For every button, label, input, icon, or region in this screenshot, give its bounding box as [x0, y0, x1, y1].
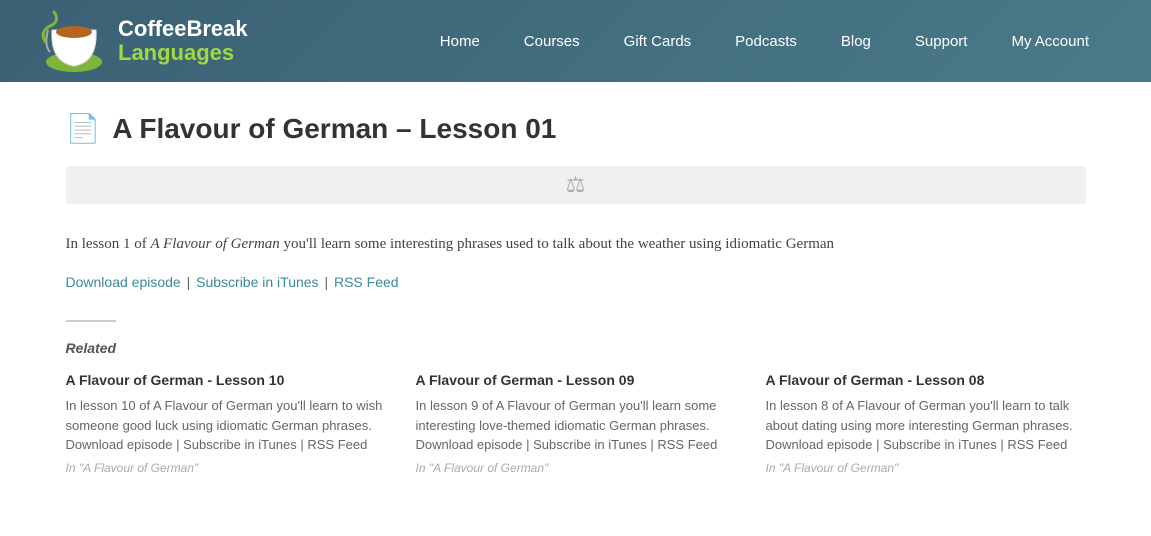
- related-card-2: A Flavour of German - Lesson 08 In lesso…: [766, 372, 1086, 475]
- audio-player-bar[interactable]: ⚖: [66, 166, 1086, 204]
- nav-my-account[interactable]: My Account: [989, 33, 1111, 50]
- document-icon: 📄: [66, 112, 101, 146]
- links-row: Download episode | Subscribe in iTunes |…: [66, 274, 1086, 290]
- related-card-text-0: In lesson 10 of A Flavour of German you'…: [66, 396, 386, 455]
- logo-text: CoffeeBreak Languages: [118, 17, 248, 65]
- nav-blog[interactable]: Blog: [819, 33, 893, 50]
- related-grid: A Flavour of German - Lesson 10 In lesso…: [66, 372, 1086, 475]
- logo-link[interactable]: CoffeeBreak Languages: [40, 10, 248, 72]
- related-card-title-1: A Flavour of German - Lesson 09: [416, 372, 736, 388]
- plugin-icon: ⚖: [566, 172, 586, 198]
- main-nav: Home Courses Gift Cards Podcasts Blog Su…: [418, 33, 1111, 50]
- page-title-row: 📄 A Flavour of German – Lesson 01: [66, 112, 1086, 146]
- section-divider: [66, 320, 116, 322]
- rss-feed-link[interactable]: RSS Feed: [334, 274, 399, 290]
- subscribe-itunes-link[interactable]: Subscribe in iTunes: [196, 274, 318, 290]
- lesson-description: In lesson 1 of A Flavour of German you'l…: [66, 232, 1086, 256]
- main-content: 📄 A Flavour of German – Lesson 01 ⚖ In l…: [26, 82, 1126, 515]
- related-card-title-0: A Flavour of German - Lesson 10: [66, 372, 386, 388]
- separator-1: |: [187, 274, 195, 290]
- related-card-1: A Flavour of German - Lesson 09 In lesso…: [416, 372, 736, 475]
- download-episode-link[interactable]: Download episode: [66, 274, 181, 290]
- related-card-title-2: A Flavour of German - Lesson 08: [766, 372, 1086, 388]
- separator-2: |: [324, 274, 332, 290]
- nav-home[interactable]: Home: [418, 33, 502, 50]
- page-title: A Flavour of German – Lesson 01: [112, 113, 556, 145]
- logo-icon: [40, 10, 108, 72]
- nav-podcasts[interactable]: Podcasts: [713, 33, 819, 50]
- related-card-category-1: In "A Flavour of German": [416, 461, 736, 475]
- related-card-0: A Flavour of German - Lesson 10 In lesso…: [66, 372, 386, 475]
- related-card-category-2: In "A Flavour of German": [766, 461, 1086, 475]
- related-label: Related: [66, 340, 1086, 356]
- related-card-category-0: In "A Flavour of German": [66, 461, 386, 475]
- nav-courses[interactable]: Courses: [502, 33, 602, 50]
- related-card-text-2: In lesson 8 of A Flavour of German you'l…: [766, 396, 1086, 455]
- nav-support[interactable]: Support: [893, 33, 990, 50]
- nav-gift-cards[interactable]: Gift Cards: [602, 33, 714, 50]
- site-header: CoffeeBreak Languages Home Courses Gift …: [0, 0, 1151, 82]
- related-card-text-1: In lesson 9 of A Flavour of German you'l…: [416, 396, 736, 455]
